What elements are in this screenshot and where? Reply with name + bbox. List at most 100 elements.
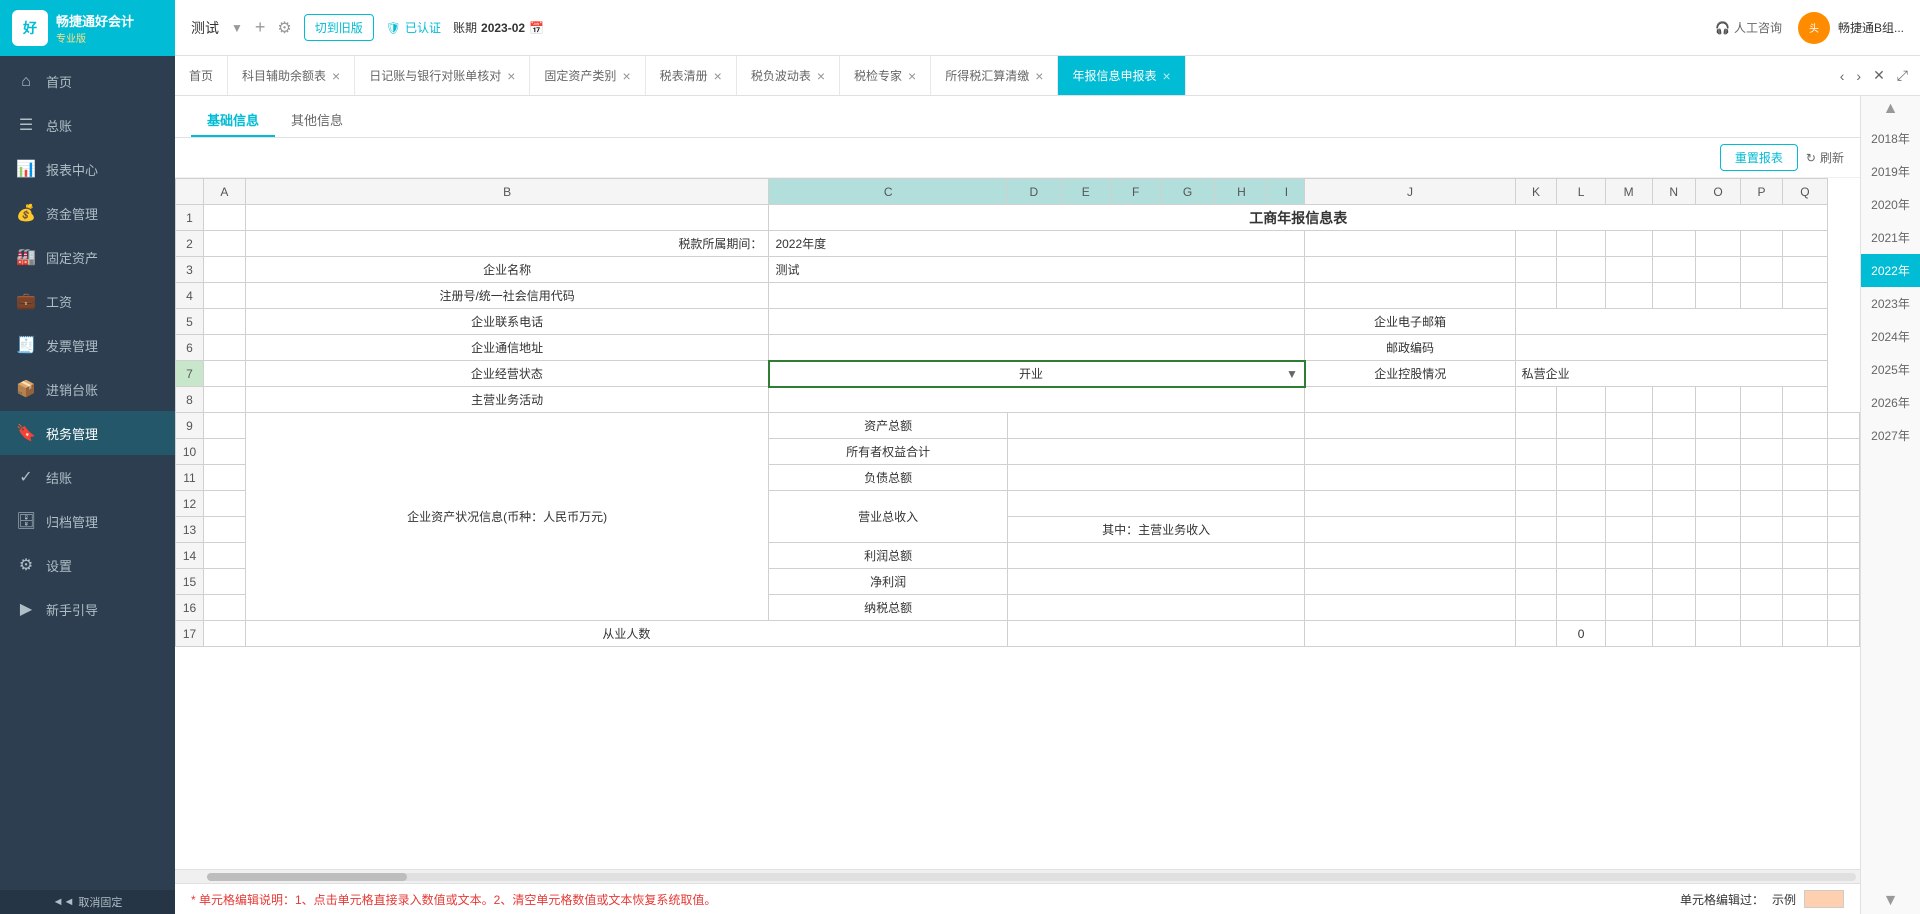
year-item-2027年[interactable]: 2027年 (1861, 419, 1920, 452)
col-header-A[interactable]: A (204, 179, 246, 205)
cell-9-D[interactable] (1007, 413, 1304, 439)
col-header-J[interactable]: J (1305, 179, 1515, 205)
cell-7-C[interactable]: 开业 ▼ (769, 361, 1305, 387)
horizontal-scrollbar[interactable] (175, 869, 1860, 883)
year-down-btn[interactable]: ▼ (1879, 888, 1903, 914)
tab-5[interactable]: 税负波动表× (737, 56, 840, 96)
col-header-M[interactable]: M (1605, 179, 1652, 205)
tab-6[interactable]: 税检专家× (840, 56, 931, 96)
col-header-Q[interactable]: Q (1782, 179, 1827, 205)
tab-close-btn[interactable]: × (332, 68, 340, 84)
cell-6-C[interactable] (769, 335, 1305, 361)
sidebar-item-inventory[interactable]: 📦进销台账 (0, 367, 175, 411)
tab-expand-btn[interactable]: ⤢ (1893, 65, 1912, 86)
cell-14-D[interactable] (1007, 543, 1304, 569)
sidebar-item-tax[interactable]: 🔖税务管理 (0, 411, 175, 455)
tab-4[interactable]: 税表清册× (646, 56, 737, 96)
year-item-2019年[interactable]: 2019年 (1861, 155, 1920, 188)
tab-3[interactable]: 固定资产类别× (530, 56, 645, 96)
col-header-I[interactable]: I (1268, 179, 1305, 205)
tab-8[interactable]: 年报信息申报表× (1058, 56, 1185, 96)
refresh-btn[interactable]: ↻ 刷新 (1806, 149, 1844, 166)
tab-close-btn[interactable]: × (507, 68, 515, 84)
year-item-2024年[interactable]: 2024年 (1861, 320, 1920, 353)
col-header-N[interactable]: N (1652, 179, 1695, 205)
tab-close-btn[interactable]: × (1035, 68, 1043, 84)
sheet-container[interactable]: A B C D E F G H I J K L M (175, 178, 1860, 869)
sidebar-item-invoice[interactable]: 🧾发票管理 (0, 323, 175, 367)
sidebar-item-archive[interactable]: 🗄归档管理 (0, 499, 175, 543)
cell-13-I[interactable] (1305, 517, 1515, 543)
year-item-2026年[interactable]: 2026年 (1861, 386, 1920, 419)
switch-version-btn[interactable]: 切到旧版 (304, 14, 374, 41)
tab-close-btn[interactable]: × (817, 68, 825, 84)
tab-close-btn[interactable]: × (622, 68, 630, 84)
cell-12-D[interactable] (1007, 491, 1304, 517)
year-item-2022年[interactable]: 2022年 (1861, 254, 1920, 287)
col-header-E[interactable]: E (1060, 179, 1111, 205)
year-item-2021年[interactable]: 2021年 (1861, 221, 1920, 254)
cell-7-K[interactable]: 私营企业 (1515, 361, 1827, 387)
topbar-add-btn[interactable]: + (255, 17, 266, 38)
cell-6-K[interactable] (1515, 335, 1827, 361)
col-header-D[interactable]: D (1007, 179, 1060, 205)
cell-5-K[interactable] (1515, 309, 1827, 335)
tab-0[interactable]: 首页 (175, 56, 228, 96)
user-menu[interactable]: 头 畅捷通B组... (1798, 12, 1904, 44)
cell-17-D[interactable] (1007, 621, 1304, 647)
sidebar-item-closing[interactable]: ✓结账 (0, 455, 175, 499)
sidebar-item-reports[interactable]: 📊报表中心 (0, 147, 175, 191)
sidebar-item-settings[interactable]: ⚙设置 (0, 543, 175, 587)
inner-tab-1[interactable]: 其他信息 (275, 104, 359, 137)
inner-tab-0[interactable]: 基础信息 (191, 104, 275, 137)
hscroll-thumb[interactable] (207, 873, 407, 881)
year-item-2018年[interactable]: 2018年 (1861, 122, 1920, 155)
tab-7[interactable]: 所得税汇算清缴× (931, 56, 1058, 96)
cell-16-D[interactable] (1007, 595, 1304, 621)
topbar-settings-icon[interactable]: ⚙ (277, 18, 291, 38)
col-header-O[interactable]: O (1695, 179, 1740, 205)
col-header-G[interactable]: G (1160, 179, 1215, 205)
tab-next-btn[interactable]: › (1852, 66, 1865, 86)
cell-8-M (1605, 387, 1652, 413)
hscroll-track[interactable] (207, 873, 1856, 881)
col-header-L[interactable]: L (1557, 179, 1605, 205)
year-item-2025年[interactable]: 2025年 (1861, 353, 1920, 386)
cell-2-C[interactable]: 2022年度 (769, 231, 1305, 257)
cell-10-D[interactable] (1007, 439, 1304, 465)
tab-2[interactable]: 日记账与银行对账单核对× (355, 56, 530, 96)
tab-close-btn[interactable]: × (714, 68, 722, 84)
col-header-C[interactable]: C (769, 179, 1007, 205)
cell-3-C[interactable]: 测试 (769, 257, 1305, 283)
reset-report-btn[interactable]: 重置报表 (1720, 144, 1798, 171)
topbar-dropdown-arrow[interactable]: ▼ (231, 21, 243, 35)
cell-4-C[interactable] (769, 283, 1305, 309)
sidebar-item-home[interactable]: ⌂首页 (0, 60, 175, 103)
cell-5-C[interactable] (769, 309, 1305, 335)
tab-close-btn[interactable]: × (908, 68, 916, 84)
col-header-F[interactable]: F (1111, 179, 1160, 205)
calendar-icon[interactable]: 📅 (529, 21, 544, 35)
col-header-K[interactable]: K (1515, 179, 1557, 205)
col-header-H[interactable]: H (1215, 179, 1268, 205)
year-item-2023年[interactable]: 2023年 (1861, 287, 1920, 320)
sidebar-item-guide[interactable]: ▶新手引导 (0, 587, 175, 631)
cell-3-Q (1782, 257, 1827, 283)
sidebar-item-ledger[interactable]: ☰总账 (0, 103, 175, 147)
year-up-btn[interactable]: ▲ (1879, 96, 1903, 122)
col-header-P[interactable]: P (1741, 179, 1783, 205)
tab-close-all-btn[interactable]: ✕ (1869, 65, 1889, 86)
sidebar-item-payroll[interactable]: 💼工资 (0, 279, 175, 323)
help-btn[interactable]: 🎧 人工咨询 (1715, 19, 1782, 36)
sidebar-item-assets[interactable]: 🏭固定资产 (0, 235, 175, 279)
tab-1[interactable]: 科目辅助余额表× (228, 56, 355, 96)
tab-prev-btn[interactable]: ‹ (1836, 66, 1849, 86)
sidebar-collapse-btn[interactable]: ◄◄ 取消固定 (0, 890, 175, 914)
tab-close-btn[interactable]: × (1162, 68, 1170, 84)
cell-15-D[interactable] (1007, 569, 1304, 595)
cell-8-C[interactable] (769, 387, 1305, 413)
sidebar-item-funds[interactable]: 💰资金管理 (0, 191, 175, 235)
cell-11-D[interactable] (1007, 465, 1304, 491)
year-item-2020年[interactable]: 2020年 (1861, 188, 1920, 221)
col-header-B[interactable]: B (245, 179, 769, 205)
